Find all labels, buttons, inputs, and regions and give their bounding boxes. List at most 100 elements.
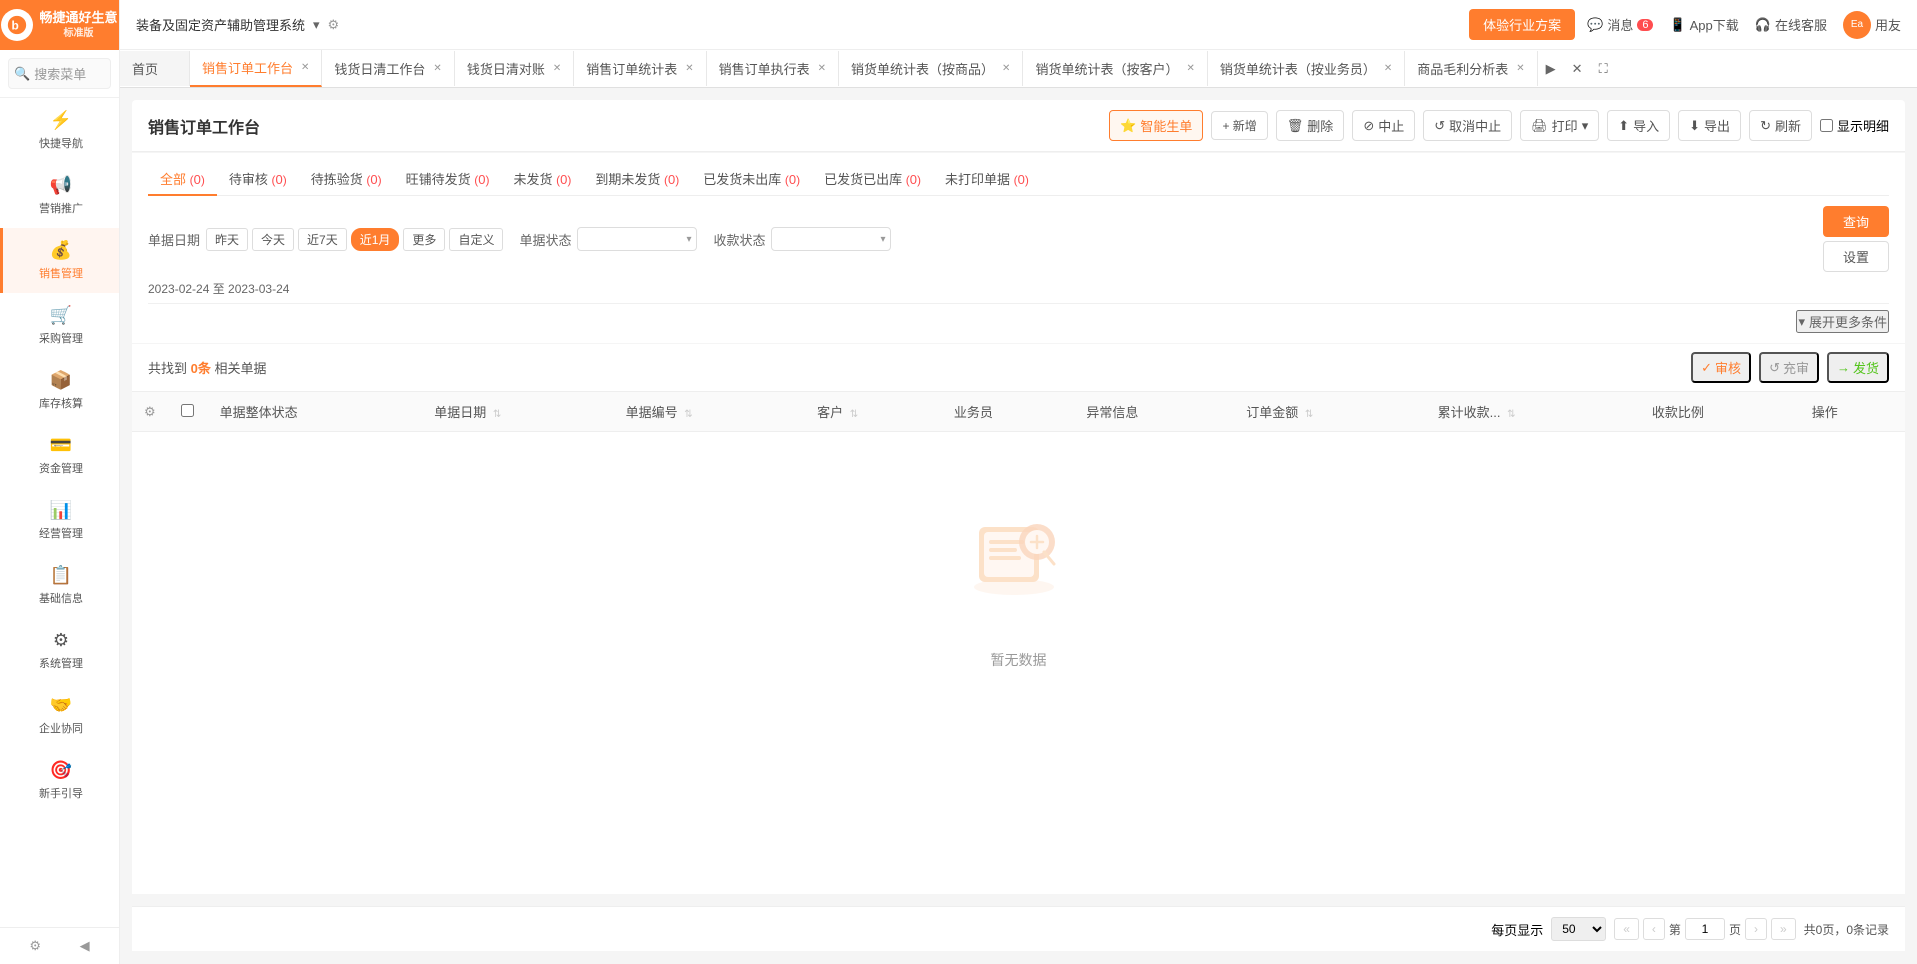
sidebar-item-inventory[interactable]: 📦 库存核算 bbox=[0, 358, 119, 423]
tab-more-btn[interactable]: ▶ bbox=[1538, 53, 1564, 85]
page-number-input[interactable] bbox=[1685, 918, 1725, 940]
sidebar-search[interactable]: 🔍 搜索菜单 bbox=[0, 50, 119, 98]
status-select[interactable] bbox=[577, 227, 697, 251]
sort-collected-icon[interactable]: ⇅ bbox=[1507, 409, 1515, 420]
tab-sales-stats-staff[interactable]: 销货单统计表（按业务员） ✕ bbox=[1208, 51, 1405, 86]
search-menu-btn[interactable]: 🔍 搜索菜单 bbox=[8, 58, 111, 89]
sort-amount-icon[interactable]: ⇅ bbox=[1305, 409, 1313, 420]
audit-btn[interactable]: ✓ 审核 bbox=[1691, 352, 1751, 383]
sidebar-item-quick-nav[interactable]: ⚡ 快捷导航 bbox=[0, 98, 119, 163]
expand-conditions-btn[interactable]: ▾ 展开更多条件 bbox=[1796, 310, 1889, 333]
filter-tabs: 全部 (0) 待审核 (0) 待拣验货 (0) 旺铺待发货 (0) bbox=[148, 163, 1889, 196]
settings-icon[interactable]: ⚙ bbox=[328, 17, 340, 33]
tab-home[interactable]: 首页 bbox=[120, 51, 190, 86]
tab-close-all-btn[interactable]: ✕ bbox=[1564, 53, 1591, 85]
sort-customer-icon[interactable]: ⇅ bbox=[850, 409, 858, 420]
app-download-btn[interactable]: 📱 App下载 bbox=[1669, 15, 1738, 34]
select-all-checkbox[interactable] bbox=[181, 404, 194, 417]
close-tab-margin-analysis[interactable]: ✕ bbox=[1516, 63, 1524, 74]
tab-expand-btn[interactable]: ⛶ bbox=[1591, 53, 1616, 85]
cancel-stop-btn[interactable]: ↺ 取消中止 bbox=[1423, 110, 1512, 141]
close-tab-cash-reconcile[interactable]: ✕ bbox=[553, 63, 561, 74]
sidebar-item-system[interactable]: ⚙ 系统管理 bbox=[0, 618, 119, 683]
online-service-btn[interactable]: 🎧 在线客服 bbox=[1755, 15, 1827, 34]
smart-create-btn[interactable]: ⭐ 智能生单 bbox=[1109, 110, 1203, 141]
query-btn[interactable]: 查询 bbox=[1823, 206, 1889, 237]
date-filter: 单据日期 昨天 今天 近7天 近1月 更多 自定义 bbox=[148, 228, 503, 251]
filter-tab-wangpu[interactable]: 旺铺待发货 (0) bbox=[394, 163, 502, 196]
close-tab-order-exec[interactable]: ✕ bbox=[818, 63, 826, 74]
prev-page-btn[interactable]: ‹ bbox=[1643, 918, 1665, 940]
close-tab-sales-stats-customer[interactable]: ✕ bbox=[1186, 63, 1194, 74]
export-btn[interactable]: ⬇ 导出 bbox=[1678, 110, 1741, 141]
filter-tab-shipped-out[interactable]: 已发货已出库 (0) bbox=[812, 163, 933, 196]
close-tab-order-workbench[interactable]: ✕ bbox=[301, 62, 309, 73]
system-dropdown[interactable]: ▾ bbox=[313, 17, 320, 33]
next-page-btn[interactable]: › bbox=[1745, 918, 1767, 940]
close-tab-sales-stats-staff[interactable]: ✕ bbox=[1384, 63, 1392, 74]
delete-btn[interactable]: 🗑 删除 bbox=[1276, 110, 1345, 141]
refresh-btn[interactable]: ↻ 刷新 bbox=[1749, 110, 1812, 141]
date-btn-custom[interactable]: 自定义 bbox=[449, 228, 503, 251]
add-btn[interactable]: + 新增 bbox=[1211, 111, 1267, 140]
filter-tab-overdue[interactable]: 到期未发货 (0) bbox=[583, 163, 691, 196]
sidebar-item-finance[interactable]: 💳 资金管理 bbox=[0, 423, 119, 488]
col-collected: 累计收款... ⇅ bbox=[1426, 392, 1640, 432]
date-btn-more[interactable]: 更多 bbox=[403, 228, 445, 251]
date-btn-7days[interactable]: 近7天 bbox=[298, 228, 347, 251]
settings-gear-icon[interactable]: ⚙ bbox=[29, 938, 41, 954]
status-filter: 单据状态 ▾ bbox=[519, 227, 697, 251]
page-size-select[interactable]: 10 20 50 100 bbox=[1551, 917, 1606, 941]
sidebar-item-base-info[interactable]: 📋 基础信息 bbox=[0, 553, 119, 618]
cancel-audit-btn[interactable]: ↺ 充审 bbox=[1759, 352, 1819, 383]
main-area: 装备及固定资产辅助管理系统 ▾ ⚙ 体验行业方案 💬 消息 6 📱 App下载 … bbox=[120, 0, 1917, 964]
show-detail-input[interactable] bbox=[1820, 119, 1833, 132]
solution-btn[interactable]: 体验行业方案 bbox=[1469, 9, 1575, 40]
table-info: 共找到 0条 相关单据 bbox=[148, 358, 267, 377]
table-scroll-bar[interactable] bbox=[132, 894, 1905, 906]
sidebar-item-marketing[interactable]: 📢 营销推广 bbox=[0, 163, 119, 228]
show-detail-checkbox[interactable]: 显示明细 bbox=[1820, 116, 1889, 135]
sidebar-item-operations[interactable]: 📊 经营管理 bbox=[0, 488, 119, 553]
tab-margin-analysis[interactable]: 商品毛利分析表 ✕ bbox=[1405, 51, 1537, 86]
last-page-btn[interactable]: » bbox=[1771, 918, 1796, 940]
print-btn[interactable]: 🖨 打印 ▾ bbox=[1520, 110, 1599, 141]
tab-cash-daily[interactable]: 钱货日清工作台 ✕ bbox=[322, 51, 454, 86]
collapse-icon[interactable]: ◀ bbox=[80, 938, 90, 954]
tab-order-exec[interactable]: 销售订单执行表 ✕ bbox=[707, 51, 839, 86]
sidebar-item-purchase[interactable]: 🛒 采购管理 bbox=[0, 293, 119, 358]
filter-tab-pending-review[interactable]: 待审核 (0) bbox=[217, 163, 299, 196]
sort-date-icon[interactable]: ⇅ bbox=[493, 409, 501, 420]
filter-tab-all[interactable]: 全部 (0) bbox=[148, 163, 217, 196]
set-btn[interactable]: 设置 bbox=[1823, 241, 1889, 272]
stop-btn[interactable]: ⊘ 中止 bbox=[1352, 110, 1415, 141]
sidebar-item-sales[interactable]: 💰 销售管理 bbox=[0, 228, 119, 293]
filter-tab-pending-inspect[interactable]: 待拣验货 (0) bbox=[299, 163, 394, 196]
tab-sales-stats-customer[interactable]: 销货单统计表（按客户） ✕ bbox=[1023, 51, 1207, 86]
sidebar-item-guide[interactable]: 🎯 新手引导 bbox=[0, 748, 119, 813]
first-page-btn[interactable]: « bbox=[1614, 918, 1639, 940]
svg-text:b: b bbox=[12, 19, 19, 33]
filter-tab-not-shipped[interactable]: 未发货 (0) bbox=[502, 163, 584, 196]
close-tab-order-stats[interactable]: ✕ bbox=[685, 63, 693, 74]
import-btn[interactable]: ⬆ 导入 bbox=[1607, 110, 1670, 141]
date-btn-today[interactable]: 今天 bbox=[252, 228, 294, 251]
user-avatar[interactable]: Ea 用友 bbox=[1843, 11, 1901, 39]
tab-sales-stats-product[interactable]: 销货单统计表（按商品） ✕ bbox=[839, 51, 1023, 86]
close-tab-cash-daily[interactable]: ✕ bbox=[433, 63, 441, 74]
close-tab-sales-stats-product[interactable]: ✕ bbox=[1002, 63, 1010, 74]
col-settings[interactable]: ⚙ bbox=[132, 392, 168, 432]
sidebar-item-enterprise[interactable]: 🤝 企业协同 bbox=[0, 683, 119, 748]
send-btn[interactable]: → 发货 bbox=[1827, 352, 1889, 383]
filter-tab-not-printed[interactable]: 未打印单据 (0) bbox=[933, 163, 1041, 196]
filter-tab-shipped-not-out[interactable]: 已发货未出库 (0) bbox=[691, 163, 812, 196]
tab-order-workbench[interactable]: 销售订单工作台 ✕ bbox=[190, 50, 322, 87]
date-btn-1month[interactable]: 近1月 bbox=[351, 228, 400, 251]
message-btn[interactable]: 💬 消息 6 bbox=[1587, 15, 1653, 34]
tab-order-stats[interactable]: 销售订单统计表 ✕ bbox=[574, 51, 706, 86]
tab-cash-reconcile[interactable]: 钱货日清对账 ✕ bbox=[455, 51, 574, 86]
payment-select[interactable] bbox=[771, 227, 891, 251]
date-btn-yesterday[interactable]: 昨天 bbox=[206, 228, 248, 251]
sort-number-icon[interactable]: ⇅ bbox=[684, 409, 692, 420]
send-icon: → bbox=[1837, 360, 1850, 375]
